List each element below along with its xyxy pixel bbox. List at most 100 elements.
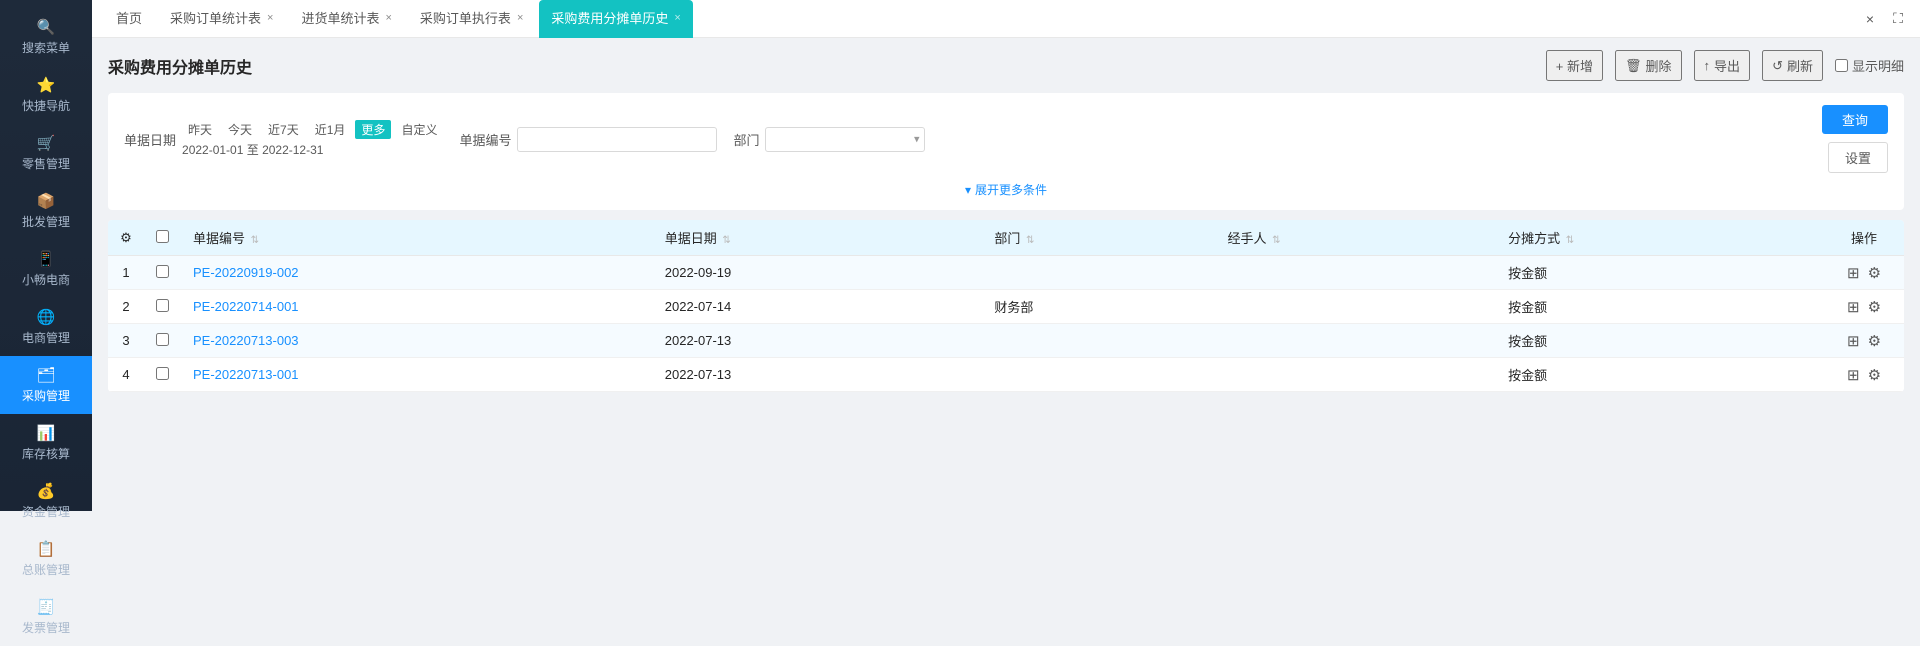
row-select-checkbox-3[interactable] (156, 367, 169, 380)
sidebar-item-wholesale[interactable]: 📦 批发管理 (0, 182, 92, 240)
sidebar-item-retail[interactable]: 🛒 零售管理 (0, 124, 92, 182)
tab-label: 采购订单统计表 (170, 8, 261, 27)
more-icon-0[interactable]: ⚙ (1868, 264, 1881, 282)
tab-purchase-order-stats[interactable]: 采购订单统计表 × (158, 0, 285, 38)
expand-more-btn[interactable]: ▾ 展开更多条件 (124, 181, 1888, 198)
table-row: 3 PE-20220713-003 2022-07-13 按金额 ⊞ ⚙ (108, 324, 1904, 358)
maximize-window-button[interactable]: ⛶ (1888, 9, 1908, 29)
row-dept-0 (982, 256, 1215, 290)
more-icon-2[interactable]: ⚙ (1868, 332, 1881, 350)
row-checkbox-2 (144, 324, 181, 358)
row-alloc-method-3: 按金额 (1496, 358, 1824, 392)
doc-no-filter-item: 单据编号 (459, 127, 717, 152)
row-alloc-method-2: 按金额 (1496, 324, 1824, 358)
show-cols-checkbox[interactable]: 显示明细 (1835, 56, 1904, 75)
delete-icon: 🗑 (1625, 58, 1642, 74)
row-checkbox-0 (144, 256, 181, 290)
export-button[interactable]: ↑ 导出 (1694, 50, 1751, 81)
filter-row: 单据日期 昨天 今天 近7天 近1月 更多 自定义 2022-01-01 至 2… (124, 105, 1888, 173)
refresh-button[interactable]: ↺ 刷新 (1762, 50, 1823, 81)
col-doc-no: 单据编号 ⇅ (181, 220, 653, 256)
page-content: 采购费用分摊单历史 + 新增 🗑 删除 ↑ 导出 ↺ 刷新 显示明细 (92, 38, 1920, 511)
close-window-button[interactable]: × (1860, 9, 1880, 29)
tab-close-btn[interactable]: × (385, 12, 391, 24)
sidebar-item-finance[interactable]: 💰 资金管理 (0, 472, 92, 530)
sort-alloc-icon[interactable]: ⇅ (1566, 235, 1574, 246)
sidebar-item-label: 零售管理 (22, 155, 70, 172)
delete-button[interactable]: 🗑 删除 (1615, 50, 1682, 81)
shortcut-more[interactable]: 更多 (355, 120, 391, 139)
invoice-icon: 🧾 (37, 598, 56, 616)
sidebar-item-ecommerce[interactable]: 🌐 电商管理 (0, 298, 92, 356)
inventory-icon: 📊 (37, 424, 56, 442)
dept-select[interactable]: 财务部 (765, 127, 925, 152)
tab-label: 采购订单执行表 (420, 8, 511, 27)
more-icon-3[interactable]: ⚙ (1868, 366, 1881, 384)
row-select-checkbox-2[interactable] (156, 333, 169, 346)
wholesale-icon: 📦 (37, 192, 56, 210)
sort-dept-icon[interactable]: ⇅ (1026, 235, 1034, 246)
tab-close-btn[interactable]: × (674, 12, 680, 24)
dept-filter-item: 部门 财务部 (733, 127, 925, 152)
row-handler-1 (1216, 290, 1497, 324)
doc-no-link-3[interactable]: PE-20220713-001 (193, 367, 299, 382)
doc-no-link-2[interactable]: PE-20220713-003 (193, 333, 299, 348)
tab-close-btn[interactable]: × (517, 12, 523, 24)
view-icon-1[interactable]: ⊞ (1847, 298, 1860, 316)
row-num-3: 4 (108, 358, 144, 392)
sort-doc-no-icon[interactable]: ⇅ (251, 235, 259, 246)
sidebar-item-label: 电商管理 (22, 329, 70, 346)
row-operate-0: ⊞ ⚙ (1824, 256, 1904, 290)
more-icon-1[interactable]: ⚙ (1868, 298, 1881, 316)
sidebar-item-invoice[interactable]: 🧾 发票管理 (0, 588, 92, 646)
col-settings[interactable]: ⚙ (108, 220, 144, 256)
tab-purchase-cost-history[interactable]: 采购费用分摊单历史× (539, 0, 692, 38)
sidebar-item-shortcut[interactable]: ⭐ 快捷导航 (0, 66, 92, 124)
date-shortcuts-group: 昨天 今天 近7天 近1月 更多 自定义 2022-01-01 至 2022-1… (182, 120, 443, 158)
sort-doc-date-icon[interactable]: ⇅ (722, 235, 730, 246)
sort-handler-icon[interactable]: ⇅ (1272, 235, 1280, 246)
row-checkbox-1 (144, 290, 181, 324)
show-cols-input[interactable] (1835, 59, 1848, 72)
table-header: ⚙ 单据编号 ⇅ 单据日期 ⇅ 部门 (108, 220, 1904, 256)
dept-select-wrapper: 财务部 (765, 127, 925, 152)
col-operate: 操作 (1824, 220, 1904, 256)
doc-no-input[interactable] (517, 127, 717, 152)
row-num-1: 2 (108, 290, 144, 324)
row-dept-3 (982, 358, 1215, 392)
sidebar-item-ledger[interactable]: 📋 总账管理 (0, 530, 92, 588)
shortcut-today[interactable]: 今天 (222, 120, 258, 139)
filter-settings-button[interactable]: 设置 (1828, 142, 1888, 173)
doc-no-link-0[interactable]: PE-20220919-002 (193, 265, 299, 280)
select-all-checkbox[interactable] (156, 230, 169, 243)
view-icon-3[interactable]: ⊞ (1847, 366, 1860, 384)
data-table: ⚙ 单据编号 ⇅ 单据日期 ⇅ 部门 (108, 220, 1904, 392)
chevron-down-icon: ▾ (965, 183, 971, 197)
query-button[interactable]: 查询 (1822, 105, 1888, 134)
sidebar-item-inventory[interactable]: 📊 库存核算 (0, 414, 92, 472)
row-doc-date-3: 2022-07-13 (653, 358, 983, 392)
shortcut-yesterday[interactable]: 昨天 (182, 120, 218, 139)
col-handler: 经手人 ⇅ (1216, 220, 1497, 256)
shortcut-1month[interactable]: 近1月 (309, 120, 352, 139)
sidebar-item-purchase[interactable]: 🗂 采购管理 (0, 356, 92, 414)
date-shortcuts: 昨天 今天 近7天 近1月 更多 自定义 (182, 120, 443, 139)
tab-purchase-order-exec[interactable]: 采购订单执行表 × (408, 0, 535, 38)
row-operate-2: ⊞ ⚙ (1824, 324, 1904, 358)
sidebar-item-search[interactable]: 🔍 搜索菜单 (0, 8, 92, 66)
table-row: 2 PE-20220714-001 2022-07-14 财务部 按金额 ⊞ ⚙ (108, 290, 1904, 324)
tab-purchase-goods-stats[interactable]: 进货单统计表× (289, 0, 403, 38)
view-icon-0[interactable]: ⊞ (1847, 264, 1860, 282)
shortcut-7days[interactable]: 近7天 (262, 120, 305, 139)
tab-close-btn[interactable]: × (267, 12, 273, 24)
view-icon-2[interactable]: ⊞ (1847, 332, 1860, 350)
finance-icon: 💰 (37, 482, 56, 500)
sidebar-item-mobile[interactable]: 📱 小畅电商 (0, 240, 92, 298)
doc-no-link-1[interactable]: PE-20220714-001 (193, 299, 299, 314)
tab-home[interactable]: 首页 (104, 0, 154, 38)
row-select-checkbox-0[interactable] (156, 265, 169, 278)
row-select-checkbox-1[interactable] (156, 299, 169, 312)
shortcut-custom[interactable]: 自定义 (395, 120, 443, 139)
row-alloc-method-0: 按金额 (1496, 256, 1824, 290)
add-button[interactable]: + 新增 (1546, 50, 1603, 81)
